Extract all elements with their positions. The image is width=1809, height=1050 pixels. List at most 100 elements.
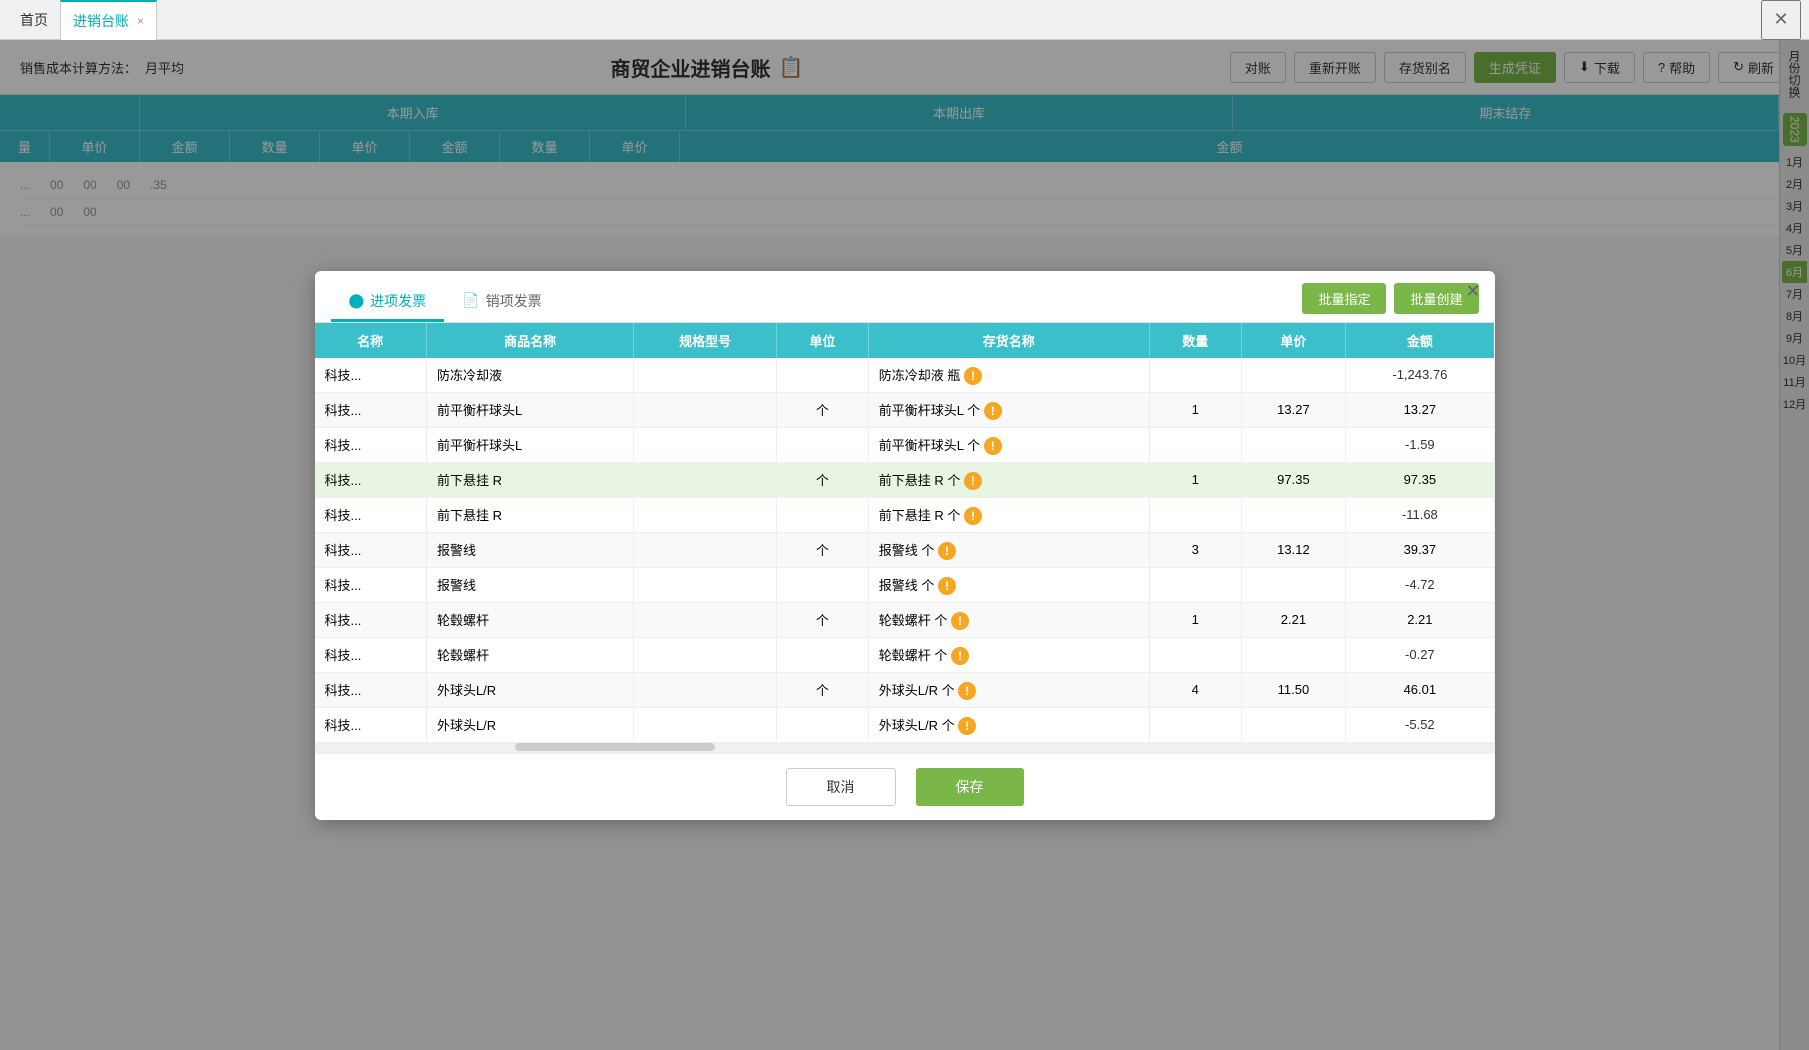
cell-name: 科技... <box>315 602 427 637</box>
jinxiang-icon: ⬤ <box>349 292 365 309</box>
pizhiding-label: 批量指定 <box>1318 292 1370 307</box>
cell-spec <box>634 637 777 672</box>
th-unit: 单位 <box>776 323 868 358</box>
cell-price <box>1241 427 1346 462</box>
cell-unit <box>776 567 868 602</box>
cell-product: 外球头L/R <box>426 707 633 742</box>
close-icon: ✕ <box>1773 9 1788 30</box>
modal-close-button[interactable]: ✕ <box>1465 281 1480 302</box>
modal-footer: 取消 保存 <box>315 753 1495 820</box>
cancel-label: 取消 <box>827 779 855 795</box>
cell-inventory: 前下悬挂 R 个 ! <box>868 497 1149 532</box>
modal-table-container[interactable]: 名称 商品名称 规格型号 单位 存货名称 数量 单价 金额 科技... 防冻冷却… <box>315 323 1495 743</box>
cell-name: 科技... <box>315 462 427 497</box>
window-close-button[interactable]: ✕ <box>1761 0 1801 40</box>
warn-icon[interactable]: ! <box>984 402 1002 420</box>
table-header-row: 名称 商品名称 规格型号 单位 存货名称 数量 单价 金额 <box>315 323 1495 358</box>
cell-product: 轮毂螺杆 <box>426 602 633 637</box>
cell-inventory: 前下悬挂 R 个 ! <box>868 462 1149 497</box>
tab-jinxiang[interactable]: ⬤ 进项发票 <box>331 283 445 322</box>
warn-icon[interactable]: ! <box>964 472 982 490</box>
cell-name: 科技... <box>315 532 427 567</box>
cell-inventory: 外球头L/R 个 ! <box>868 672 1149 707</box>
cell-product: 报警线 <box>426 532 633 567</box>
pizhiding-button[interactable]: 批量指定 <box>1302 283 1386 314</box>
cell-product: 防冻冷却液 <box>426 358 633 393</box>
cell-price <box>1241 567 1346 602</box>
modal-dialog: ⬤ 进项发票 📄 销项发票 批量指定 批量创建 ✕ <box>315 271 1495 820</box>
cell-unit <box>776 427 868 462</box>
cell-name: 科技... <box>315 707 427 742</box>
th-name: 名称 <box>315 323 427 358</box>
active-tab-label: 进销台账 <box>73 11 129 31</box>
cell-amount: -1,243.76 <box>1346 358 1494 393</box>
cell-unit <box>776 637 868 672</box>
cell-name: 科技... <box>315 637 427 672</box>
cell-amount: -0.27 <box>1346 637 1494 672</box>
warn-icon[interactable]: ! <box>964 367 982 385</box>
tab-xiaoxiang[interactable]: 📄 销项发票 <box>444 283 559 322</box>
cancel-button[interactable]: 取消 <box>786 768 896 806</box>
warn-icon[interactable]: ! <box>951 612 969 630</box>
cell-inventory: 轮毂螺杆 个 ! <box>868 637 1149 672</box>
warn-icon[interactable]: ! <box>958 717 976 735</box>
warn-icon[interactable]: ! <box>938 542 956 560</box>
cell-price <box>1241 707 1346 742</box>
cell-qty <box>1149 637 1241 672</box>
th-inventory: 存货名称 <box>868 323 1149 358</box>
cell-spec <box>634 672 777 707</box>
cell-name: 科技... <box>315 392 427 427</box>
warn-icon[interactable]: ! <box>951 647 969 665</box>
th-qty: 数量 <box>1149 323 1241 358</box>
cell-qty: 1 <box>1149 392 1241 427</box>
cell-qty: 4 <box>1149 672 1241 707</box>
cell-inventory: 防冻冷却液 瓶 ! <box>868 358 1149 393</box>
cell-spec <box>634 602 777 637</box>
top-nav: 首页 进销台账 × ✕ <box>0 0 1809 40</box>
cell-unit <box>776 497 868 532</box>
cell-qty: 1 <box>1149 462 1241 497</box>
modal-action-buttons: 批量指定 批量创建 <box>1302 283 1478 322</box>
horizontal-scrollbar[interactable] <box>315 743 1495 753</box>
nav-home[interactable]: 首页 <box>8 0 60 40</box>
table-row: 科技... 防冻冷却液 防冻冷却液 瓶 ! -1,243.76 <box>315 358 1495 393</box>
cell-qty <box>1149 707 1241 742</box>
cell-amount: -1.59 <box>1346 427 1494 462</box>
cell-amount: -11.68 <box>1346 497 1494 532</box>
save-button[interactable]: 保存 <box>916 768 1024 806</box>
tab-close-icon[interactable]: × <box>137 14 144 28</box>
cell-inventory: 报警线 个 ! <box>868 567 1149 602</box>
cell-qty <box>1149 567 1241 602</box>
nav-active-tab[interactable]: 进销台账 × <box>60 0 157 40</box>
table-row: 科技... 前平衡杆球头L 前平衡杆球头L 个 ! -1.59 <box>315 427 1495 462</box>
main-area: 销售成本计算方法： 月平均 商贸企业进销台账 📋 对账 重新开账 存货别名 生成… <box>0 40 1809 1050</box>
cell-amount: 97.35 <box>1346 462 1494 497</box>
cell-amount: 13.27 <box>1346 392 1494 427</box>
cell-product: 前下悬挂 R <box>426 497 633 532</box>
cell-spec <box>634 497 777 532</box>
cell-price <box>1241 358 1346 393</box>
warn-icon[interactable]: ! <box>958 682 976 700</box>
jinxiang-label: 进项发票 <box>370 291 426 311</box>
cell-unit: 个 <box>776 672 868 707</box>
cell-amount: -4.72 <box>1346 567 1494 602</box>
table-row: 科技... 前下悬挂 R 前下悬挂 R 个 ! -11.68 <box>315 497 1495 532</box>
table-row: 科技... 报警线 报警线 个 ! -4.72 <box>315 567 1495 602</box>
cell-amount: 2.21 <box>1346 602 1494 637</box>
cell-price: 97.35 <box>1241 462 1346 497</box>
cell-name: 科技... <box>315 427 427 462</box>
warn-icon[interactable]: ! <box>984 437 1002 455</box>
cell-product: 前平衡杆球头L <box>426 427 633 462</box>
warn-icon[interactable]: ! <box>938 577 956 595</box>
th-amount: 金额 <box>1346 323 1494 358</box>
xiaoxiang-label: 销项发票 <box>486 291 542 311</box>
cell-qty <box>1149 358 1241 393</box>
cell-amount: 46.01 <box>1346 672 1494 707</box>
cell-unit: 个 <box>776 462 868 497</box>
modal-overlay: ⬤ 进项发票 📄 销项发票 批量指定 批量创建 ✕ <box>0 40 1809 1050</box>
cell-qty <box>1149 497 1241 532</box>
cell-price: 13.27 <box>1241 392 1346 427</box>
warn-icon[interactable]: ! <box>964 507 982 525</box>
table-row: 科技... 外球头L/R 个 外球头L/R 个 ! 4 11.50 46.01 <box>315 672 1495 707</box>
cell-price: 13.12 <box>1241 532 1346 567</box>
